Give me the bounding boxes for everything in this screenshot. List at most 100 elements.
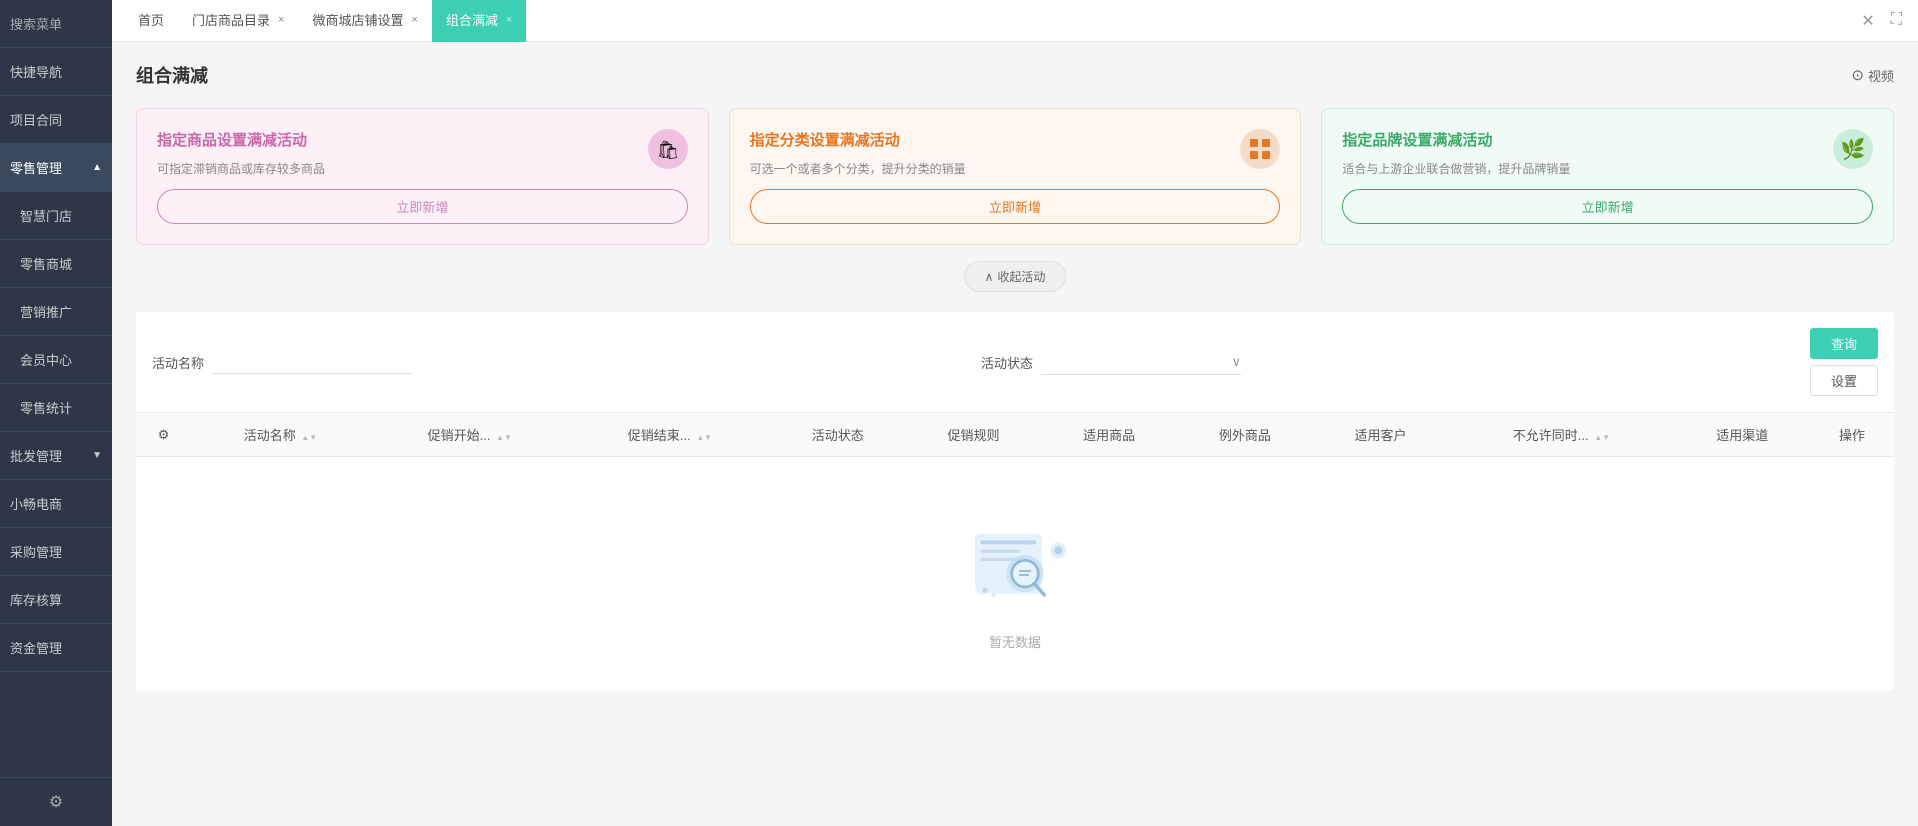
close-store-catalog-icon[interactable]: × [278, 14, 284, 26]
sidebar-item-label: 营销推广 [20, 302, 72, 321]
card-category-discount: 指定分类设置满减活动 可选一个或者多个分类，提升分类的销量 立即新增 [729, 108, 1302, 245]
sidebar-item-label: 零售管理 [10, 158, 62, 177]
card-category-title: 指定分类设置满减活动 [750, 129, 1281, 150]
collapse-label: 收起活动 [997, 268, 1045, 285]
tab-store-catalog[interactable]: 门店商品目录 × [178, 0, 298, 42]
col-action-label: 操作 [1839, 428, 1865, 443]
sidebar-item-retail-mall[interactable]: 零售商城 [0, 240, 112, 288]
sort-icon: ▲▼ [696, 434, 712, 442]
svg-text:🛍: 🛍 [656, 140, 679, 160]
card-brand-title: 指定品牌设置满减活动 [1342, 129, 1873, 150]
sidebar-item-label: 小畅电商 [10, 494, 62, 513]
svg-text:🌿: 🌿 [1841, 137, 1866, 161]
table-header-row: ⚙ 活动名称 ▲▼ 促销开始... ▲▼ 促销结束... ▲▼ [136, 413, 1894, 457]
card-brand-discount: 指定品牌设置满减活动 适合与上游企业联合做营销，提升品牌销量 🌿 立即新增 [1321, 108, 1894, 245]
col-promo-rule-label: 促销规则 [947, 428, 999, 443]
query-button[interactable]: 查询 [1810, 328, 1878, 359]
activity-status-select[interactable]: ∨ [1041, 350, 1241, 375]
col-exception-goods: 例外商品 [1177, 413, 1313, 457]
col-exception-goods-label: 例外商品 [1219, 428, 1271, 443]
col-applicable-customer-label: 适用客户 [1355, 428, 1407, 443]
sidebar-search[interactable]: 搜索菜单 [0, 0, 112, 48]
tab-combo-discount[interactable]: 组合满减 × [432, 0, 526, 42]
col-applicable-goods-label: 适用商品 [1083, 428, 1135, 443]
card-category-desc: 可选一个或者多个分类，提升分类的销量 [750, 160, 1281, 179]
data-table: ⚙ 活动名称 ▲▼ 促销开始... ▲▼ 促销结束... ▲▼ [136, 412, 1894, 691]
col-settings[interactable]: ⚙ [136, 413, 191, 457]
table-wrapper: ⚙ 活动名称 ▲▼ 促销开始... ▲▼ 促销结束... ▲▼ [136, 412, 1894, 691]
gear-icon[interactable]: ⚙ [49, 792, 63, 812]
sidebar-item-label: 资金管理 [10, 638, 62, 657]
card-product-icon: 🛍 [648, 129, 688, 176]
sidebar: 搜索菜单 快捷导航 项目合同 零售管理 ▲ 智慧门店 零售商城 营销推广 会员中… [0, 0, 112, 826]
activity-cards: 指定商品设置满减活动 可指定滞销商品或库存较多商品 🛍 立即新增 指定分类设置满… [136, 108, 1894, 245]
sidebar-item-label: 会员中心 [20, 350, 72, 369]
tab-store-catalog-label: 门店商品目录 [192, 10, 270, 29]
tab-home[interactable]: 首页 [124, 0, 178, 42]
card-product-desc: 可指定滞销商品或库存较多商品 [157, 160, 688, 179]
filter-actions: 查询 设置 [1810, 328, 1878, 396]
table-body: 暂无数据 [136, 457, 1894, 692]
col-applicable-customer: 适用客户 [1313, 413, 1449, 457]
sidebar-item-label: 零售统计 [20, 398, 72, 417]
play-circle-icon: ⊙ [1851, 66, 1864, 84]
sidebar-item-member-center[interactable]: 会员中心 [0, 336, 112, 384]
sidebar-item-wholesale[interactable]: 批发管理 ▼ [0, 432, 112, 480]
page-title: 组合满减 [136, 62, 208, 88]
sidebar-item-fund[interactable]: 资金管理 [0, 624, 112, 672]
col-action: 操作 [1810, 413, 1894, 457]
filter-activity-status-group: 活动状态 ∨ [981, 350, 1790, 375]
sidebar-item-label: 批发管理 [10, 446, 62, 465]
filter-bar: 活动名称 活动状态 ∨ 查询 设置 [136, 312, 1894, 412]
sidebar-item-smart-store[interactable]: 智慧门店 [0, 192, 112, 240]
col-no-concurrent[interactable]: 不允许同时... ▲▼ [1448, 413, 1674, 457]
card-brand-desc: 适合与上游企业联合做营销，提升品牌销量 [1342, 160, 1873, 179]
tab-mini-store[interactable]: 微商城店铺设置 × [298, 0, 431, 42]
tab-combo-discount-label: 组合满减 [446, 10, 498, 29]
sidebar-item-marketing[interactable]: 营销推广 [0, 288, 112, 336]
col-activity-name[interactable]: 活动名称 ▲▼ [191, 413, 370, 457]
col-promo-start-label: 促销开始... [428, 428, 491, 443]
close-combo-discount-icon[interactable]: × [506, 14, 512, 26]
sidebar-item-label: 零售商城 [20, 254, 72, 273]
search-label: 搜索菜单 [10, 17, 62, 32]
brand-discount-add-button[interactable]: 立即新增 [1342, 189, 1873, 224]
page-header: 组合满减 ⊙ 视频 [136, 62, 1894, 88]
main-area: 首页 门店商品目录 × 微商城店铺设置 × 组合满减 × ✕ ⛶ 组合满减 ⊙ … [112, 0, 1918, 826]
sidebar-item-label: 库存核算 [10, 590, 62, 609]
col-promo-rule: 促销规则 [906, 413, 1042, 457]
collapse-button[interactable]: ∧ 收起活动 [964, 261, 1067, 292]
sidebar-item-xiaochang[interactable]: 小畅电商 [0, 480, 112, 528]
tab-home-label: 首页 [138, 10, 164, 29]
sidebar-item-retail-stats[interactable]: 零售统计 [0, 384, 112, 432]
collapse-bar: ∧ 收起活动 [136, 261, 1894, 292]
video-link[interactable]: ⊙ 视频 [1851, 66, 1894, 85]
maximize-window-icon[interactable]: ⛶ [1887, 11, 1906, 31]
col-promo-end-label: 促销结束... [628, 428, 691, 443]
col-activity-name-label: 活动名称 [244, 428, 296, 443]
col-promo-end[interactable]: 促销结束... ▲▼ [570, 413, 770, 457]
filter-activity-name-group: 活动名称 [152, 350, 961, 374]
close-window-icon[interactable]: ✕ [1857, 11, 1878, 31]
sort-icon: ▲▼ [301, 434, 317, 442]
close-mini-store-icon[interactable]: × [411, 14, 417, 26]
page-content: 组合满减 ⊙ 视频 指定商品设置满减活动 可指定滞销商品或库存较多商品 🛍 立即… [112, 42, 1918, 826]
sidebar-item-inventory[interactable]: 库存核算 [0, 576, 112, 624]
activity-name-label: 活动名称 [152, 353, 204, 372]
sidebar-item-label: 快捷导航 [10, 62, 62, 81]
category-discount-add-button[interactable]: 立即新增 [750, 189, 1281, 224]
sidebar-item-retail-management[interactable]: 零售管理 ▲ [0, 144, 112, 192]
col-promo-start[interactable]: 促销开始... ▲▼ [370, 413, 570, 457]
sidebar-bottom: ⚙ [0, 777, 112, 826]
settings-button[interactable]: 设置 [1810, 365, 1878, 396]
product-discount-add-button[interactable]: 立即新增 [157, 189, 688, 224]
tab-bar: 首页 门店商品目录 × 微商城店铺设置 × 组合满减 × ✕ ⛶ [112, 0, 1918, 42]
gear-th-icon: ⚙ [158, 427, 170, 442]
empty-state: 暂无数据 [136, 457, 1894, 691]
sidebar-item-purchase[interactable]: 采购管理 [0, 528, 112, 576]
col-activity-status: 活动状态 [770, 413, 906, 457]
sidebar-item-quick-nav[interactable]: 快捷导航 [0, 48, 112, 96]
col-applicable-goods: 适用商品 [1041, 413, 1177, 457]
activity-name-input[interactable] [212, 350, 412, 374]
sidebar-item-project-contract[interactable]: 项目合同 [0, 96, 112, 144]
